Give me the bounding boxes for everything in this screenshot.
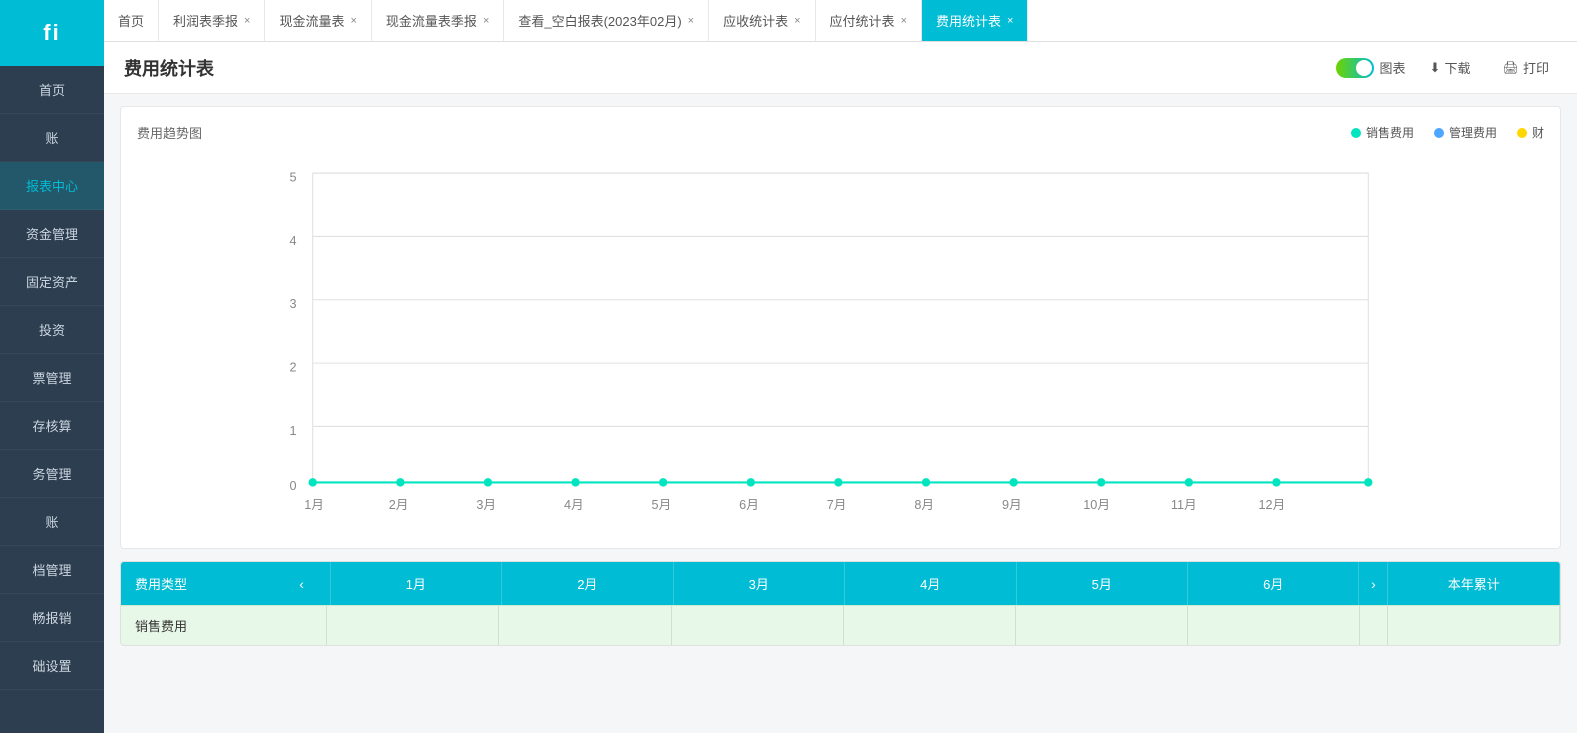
svg-text:11月: 11月 — [1171, 498, 1197, 512]
table-cell-m4 — [844, 606, 1016, 645]
svg-text:8月: 8月 — [914, 498, 934, 512]
legend-dot-finance — [1517, 128, 1527, 138]
close-tab-cashflow-quarterly[interactable]: × — [483, 15, 489, 27]
chart-header: 费用趋势图 销售费用 管理费用 财 — [137, 123, 1544, 142]
legend-finance: 财 — [1517, 124, 1544, 141]
sidebar-logo: fi — [0, 0, 104, 66]
chart-toggle[interactable]: 图表 — [1336, 58, 1406, 78]
table-cell-m2 — [499, 606, 671, 645]
tab-profit-quarterly[interactable]: 利润表季报 × — [159, 0, 265, 42]
legend-admin: 管理费用 — [1434, 124, 1497, 141]
sidebar-item-account[interactable]: 账 — [0, 114, 104, 162]
table-header-month4: 4月 — [845, 562, 1016, 605]
tab-bar: 首页 利润表季报 × 现金流量表 × 现金流量表季报 × 查看_空白报表(202… — [104, 0, 1577, 42]
svg-text:2: 2 — [290, 361, 297, 375]
page-header: 费用统计表 图表 ⬇ 下载 🖨 打印 — [104, 42, 1577, 94]
table-header-type: 费用类型 ‹ — [121, 562, 331, 605]
svg-text:3月: 3月 — [476, 498, 496, 512]
tab-cashflow-quarterly[interactable]: 现金流量表季报 × — [372, 0, 504, 42]
table-header-month6: 6月 — [1188, 562, 1359, 605]
table-cell-type: 销售费用 — [121, 606, 327, 645]
tab-home[interactable]: 首页 — [104, 0, 159, 42]
svg-text:6月: 6月 — [739, 498, 759, 512]
chart-legend: 销售费用 管理费用 财 — [1351, 124, 1544, 141]
svg-text:9月: 9月 — [1002, 498, 1022, 512]
table-row: 销售费用 — [121, 605, 1560, 645]
table-header-month2: 2月 — [502, 562, 673, 605]
nav-next-icon[interactable]: › — [1359, 576, 1387, 592]
table-cell-m3 — [672, 606, 844, 645]
tab-expense-stats[interactable]: 费用统计表 × — [922, 0, 1028, 42]
table-cell-m1 — [327, 606, 499, 645]
legend-sales: 销售费用 — [1351, 124, 1414, 141]
svg-text:4: 4 — [290, 234, 297, 248]
sidebar: fi 首页 账 报表中心 资金管理 固定资产 投资 票管理 存核算 务管理 账 … — [0, 0, 104, 733]
download-button[interactable]: ⬇ 下载 — [1422, 54, 1479, 81]
tab-payable[interactable]: 应付统计表 × — [816, 0, 922, 42]
nav-next-cell[interactable]: › — [1359, 562, 1388, 605]
close-tab-cashflow[interactable]: × — [350, 15, 356, 27]
table-header-ytd: 本年累计 — [1388, 562, 1559, 605]
svg-text:12月: 12月 — [1259, 498, 1286, 512]
svg-text:4月: 4月 — [564, 498, 584, 512]
sidebar-item-service[interactable]: 务管理 — [0, 450, 104, 498]
svg-text:10月: 10月 — [1083, 498, 1110, 512]
sidebar-item-invoice[interactable]: 票管理 — [0, 354, 104, 402]
chart-section: 费用趋势图 销售费用 管理费用 财 — [120, 106, 1561, 549]
sidebar-item-ledger[interactable]: 账 — [0, 498, 104, 546]
legend-dot-admin — [1434, 128, 1444, 138]
close-tab-profit-quarterly[interactable]: × — [244, 15, 250, 27]
svg-text:5月: 5月 — [652, 498, 672, 512]
close-tab-expense-stats[interactable]: × — [1007, 15, 1013, 27]
sidebar-item-assets[interactable]: 固定资产 — [0, 258, 104, 306]
print-icon: 🖨 — [1502, 60, 1519, 76]
sidebar-item-reports[interactable]: 报表中心 — [0, 162, 104, 210]
legend-dot-sales — [1351, 128, 1361, 138]
table-header-month5: 5月 — [1017, 562, 1188, 605]
close-tab-receivable[interactable]: × — [794, 15, 800, 27]
svg-text:3: 3 — [290, 297, 297, 311]
close-tab-blank-report[interactable]: × — [688, 15, 694, 27]
close-tab-payable[interactable]: × — [901, 15, 907, 27]
chart-svg: 5 4 3 2 1 0 — [137, 152, 1544, 532]
sidebar-item-archive[interactable]: 档管理 — [0, 546, 104, 594]
sidebar-item-expense[interactable]: 畅报销 — [0, 594, 104, 642]
svg-text:2月: 2月 — [389, 498, 409, 512]
svg-text:7月: 7月 — [827, 498, 847, 512]
page-title: 费用统计表 — [124, 55, 214, 81]
sidebar-item-inventory[interactable]: 存核算 — [0, 402, 104, 450]
header-actions: 图表 ⬇ 下载 🖨 打印 — [1336, 54, 1557, 81]
svg-text:5: 5 — [290, 171, 297, 185]
nav-prev-icon[interactable]: ‹ — [288, 576, 316, 592]
svg-text:0: 0 — [290, 479, 297, 493]
table-cell-m5 — [1016, 606, 1188, 645]
print-button[interactable]: 🖨 打印 — [1494, 54, 1557, 81]
sidebar-item-funds[interactable]: 资金管理 — [0, 210, 104, 258]
chart-container: 5 4 3 2 1 0 — [137, 152, 1544, 532]
tab-cashflow[interactable]: 现金流量表 × — [265, 0, 371, 42]
table-header-row: 费用类型 ‹ 1月 2月 3月 4月 5月 6月 › 本年累计 — [121, 562, 1560, 605]
download-icon: ⬇ — [1430, 60, 1441, 76]
table-cell-ytd — [1388, 606, 1560, 645]
svg-text:1: 1 — [290, 424, 297, 438]
table-header-month1: 1月 — [331, 562, 502, 605]
page-content: 费用统计表 图表 ⬇ 下载 🖨 打印 费用趋势图 — [104, 42, 1577, 733]
tab-blank-report[interactable]: 查看_空白报表(2023年02月) × — [504, 0, 709, 42]
table-cell-m6 — [1188, 606, 1360, 645]
sidebar-item-home[interactable]: 首页 — [0, 66, 104, 114]
sidebar-item-settings[interactable]: 础设置 — [0, 642, 104, 690]
data-table: 费用类型 ‹ 1月 2月 3月 4月 5月 6月 › 本年累计 销售费用 — [120, 561, 1561, 646]
toggle-switch[interactable] — [1336, 58, 1374, 78]
tab-receivable[interactable]: 应收统计表 × — [709, 0, 815, 42]
table-cell-nav-spacer — [1360, 606, 1388, 645]
chart-title: 费用趋势图 — [137, 123, 202, 142]
sidebar-item-invest[interactable]: 投资 — [0, 306, 104, 354]
table-header-month3: 3月 — [674, 562, 845, 605]
svg-text:1月: 1月 — [304, 498, 324, 512]
main-content: 首页 利润表季报 × 现金流量表 × 现金流量表季报 × 查看_空白报表(202… — [104, 0, 1577, 733]
